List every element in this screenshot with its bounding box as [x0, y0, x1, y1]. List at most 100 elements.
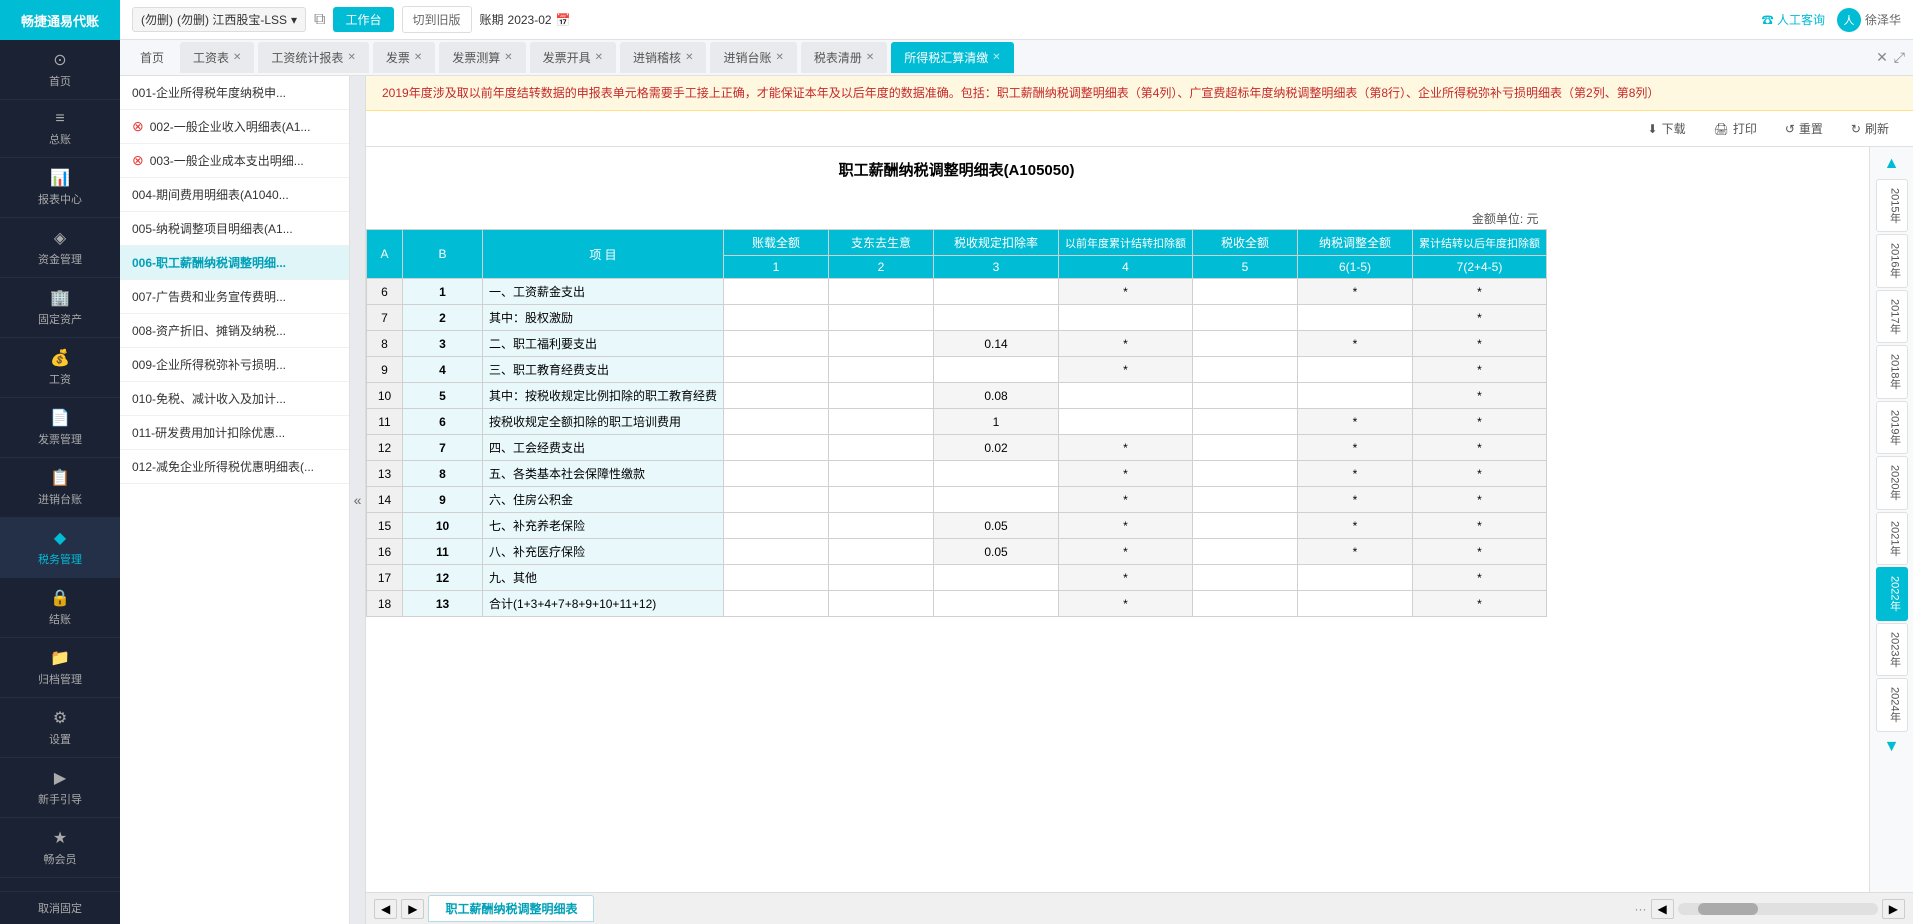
- close-icon[interactable]: ✕: [866, 52, 874, 63]
- data-cell[interactable]: [1059, 409, 1193, 435]
- report-item-003[interactable]: ⊗ 003-一般企业成本支出明细...: [120, 144, 349, 178]
- support-link[interactable]: ☎ 人工客询: [1762, 11, 1825, 28]
- sidebar-item-closing[interactable]: 🔒 结账: [0, 578, 120, 638]
- tab-invoice[interactable]: 发票 ✕: [373, 42, 435, 73]
- year-2024[interactable]: 2024年: [1876, 678, 1908, 731]
- data-cell[interactable]: [829, 591, 934, 617]
- copy-icon[interactable]: ⧉: [314, 11, 325, 29]
- switch-period-button[interactable]: 切到旧版: [402, 6, 472, 33]
- data-cell[interactable]: [724, 513, 829, 539]
- collapse-panel-button[interactable]: «: [350, 76, 366, 924]
- report-item-008[interactable]: 008-资产折旧、摊销及纳税...: [120, 314, 349, 348]
- data-cell[interactable]: [829, 513, 934, 539]
- data-cell[interactable]: [724, 357, 829, 383]
- close-icon[interactable]: ✕: [233, 52, 241, 63]
- data-cell[interactable]: [1193, 565, 1298, 591]
- sidebar-item-ledger[interactable]: ≡ 总账: [0, 100, 120, 158]
- data-cell[interactable]: [1193, 591, 1298, 617]
- data-cell[interactable]: [1059, 383, 1193, 409]
- sidebar-item-tax[interactable]: ◆ 税务管理: [0, 518, 120, 578]
- data-cell[interactable]: [724, 487, 829, 513]
- data-cell[interactable]: [934, 461, 1059, 487]
- year-2016[interactable]: 2016年: [1876, 234, 1908, 287]
- data-cell[interactable]: [724, 461, 829, 487]
- tab-income-tax[interactable]: 所得税汇算清缴 ✕: [891, 42, 1013, 73]
- data-cell[interactable]: [1298, 383, 1413, 409]
- bottom-tab-main[interactable]: 职工薪酬纳税调整明细表: [428, 895, 594, 922]
- report-item-001[interactable]: 001-企业所得税年度纳税申...: [120, 76, 349, 110]
- data-cell[interactable]: [1193, 539, 1298, 565]
- data-cell[interactable]: [829, 357, 934, 383]
- year-2015[interactable]: 2015年: [1876, 179, 1908, 232]
- report-item-011[interactable]: 011-研发费用加计扣除优惠...: [120, 416, 349, 450]
- data-cell[interactable]: [724, 565, 829, 591]
- close-all-icon[interactable]: ✕: [1876, 49, 1888, 66]
- year-scroll-down[interactable]: ▼: [1880, 734, 1904, 760]
- year-2020[interactable]: 2020年: [1876, 456, 1908, 509]
- year-2021[interactable]: 2021年: [1876, 512, 1908, 565]
- tab-tax-list[interactable]: 税表清册 ✕: [801, 42, 887, 73]
- next-sheet-button[interactable]: ▶: [401, 899, 424, 919]
- data-cell[interactable]: [724, 279, 829, 305]
- user-area[interactable]: 人 徐泽华: [1837, 8, 1901, 32]
- data-cell[interactable]: [724, 331, 829, 357]
- report-item-009[interactable]: 009-企业所得税弥补亏损明...: [120, 348, 349, 382]
- prev-sheet-button[interactable]: ◀: [374, 899, 397, 919]
- data-cell[interactable]: [724, 383, 829, 409]
- data-cell[interactable]: [829, 539, 934, 565]
- data-cell[interactable]: [1298, 305, 1413, 331]
- report-item-006[interactable]: 006-职工薪酬纳税调整明细...: [120, 246, 349, 280]
- data-cell[interactable]: [829, 305, 934, 331]
- data-cell[interactable]: [934, 279, 1059, 305]
- data-cell[interactable]: [934, 487, 1059, 513]
- year-2023[interactable]: 2023年: [1876, 623, 1908, 676]
- data-cell[interactable]: [829, 461, 934, 487]
- data-cell[interactable]: [1298, 357, 1413, 383]
- tab-invoice-calc[interactable]: 发票测算 ✕: [439, 42, 525, 73]
- report-item-004[interactable]: 004-期间费用明细表(A1040...: [120, 178, 349, 212]
- data-cell[interactable]: [1193, 487, 1298, 513]
- report-item-012[interactable]: 012-减免企业所得税优惠明细表(...: [120, 450, 349, 484]
- data-cell[interactable]: [724, 435, 829, 461]
- data-cell[interactable]: [829, 409, 934, 435]
- tab-invoice-issue[interactable]: 发票开具 ✕: [530, 42, 616, 73]
- data-cell[interactable]: [829, 435, 934, 461]
- report-item-007[interactable]: 007-广告费和业务宣传费明...: [120, 280, 349, 314]
- tab-salary[interactable]: 工资表 ✕: [180, 42, 254, 73]
- data-cell[interactable]: [1298, 591, 1413, 617]
- data-cell[interactable]: [829, 565, 934, 591]
- sidebar-item-archive[interactable]: 📁 归档管理: [0, 638, 120, 698]
- tab-home[interactable]: 首页: [128, 43, 176, 72]
- spreadsheet[interactable]: 职工薪酬纳税调整明细表(A105050) 金额单位: 元: [366, 147, 1869, 892]
- report-item-005[interactable]: 005-纳税调整项目明细表(A1...: [120, 212, 349, 246]
- tab-inbound-ledger[interactable]: 进销台账 ✕: [710, 42, 796, 73]
- sidebar-item-fixed-asset[interactable]: 🏢 固定资产: [0, 278, 120, 338]
- sidebar-item-report[interactable]: 📊 报表中心: [0, 158, 120, 218]
- scroll-left-button[interactable]: ◀: [1651, 899, 1674, 919]
- report-item-010[interactable]: 010-免税、减计收入及加计...: [120, 382, 349, 416]
- sidebar-item-salary[interactable]: 💰 工资: [0, 338, 120, 398]
- maximize-icon[interactable]: ⤢: [1894, 49, 1905, 66]
- data-cell[interactable]: [934, 305, 1059, 331]
- calendar-icon[interactable]: 📅: [556, 13, 571, 27]
- data-cell[interactable]: [724, 305, 829, 331]
- sidebar-item-asset-mgmt[interactable]: ◈ 资金管理: [0, 218, 120, 278]
- data-cell[interactable]: [1193, 461, 1298, 487]
- sidebar-item-guide[interactable]: ▶ 新手引导: [0, 758, 120, 818]
- data-cell[interactable]: [934, 591, 1059, 617]
- data-cell[interactable]: [1193, 383, 1298, 409]
- workspace-button[interactable]: 工作台: [333, 7, 393, 32]
- data-cell[interactable]: [934, 565, 1059, 591]
- close-icon[interactable]: ✕: [414, 52, 422, 63]
- close-icon[interactable]: ✕: [347, 52, 355, 63]
- scroll-right-button[interactable]: ▶: [1882, 899, 1905, 919]
- data-cell[interactable]: [1193, 305, 1298, 331]
- sidebar-item-settings[interactable]: ⚙ 设置: [0, 698, 120, 758]
- tab-inbound-audit[interactable]: 进销稽核 ✕: [620, 42, 706, 73]
- report-item-002[interactable]: ⊗ 002-一般企业收入明细表(A1...: [120, 110, 349, 144]
- horizontal-scrollbar[interactable]: [1678, 903, 1878, 915]
- data-cell[interactable]: [1193, 357, 1298, 383]
- data-cell[interactable]: [1298, 565, 1413, 591]
- close-icon[interactable]: ✕: [595, 52, 603, 63]
- data-cell[interactable]: [1193, 331, 1298, 357]
